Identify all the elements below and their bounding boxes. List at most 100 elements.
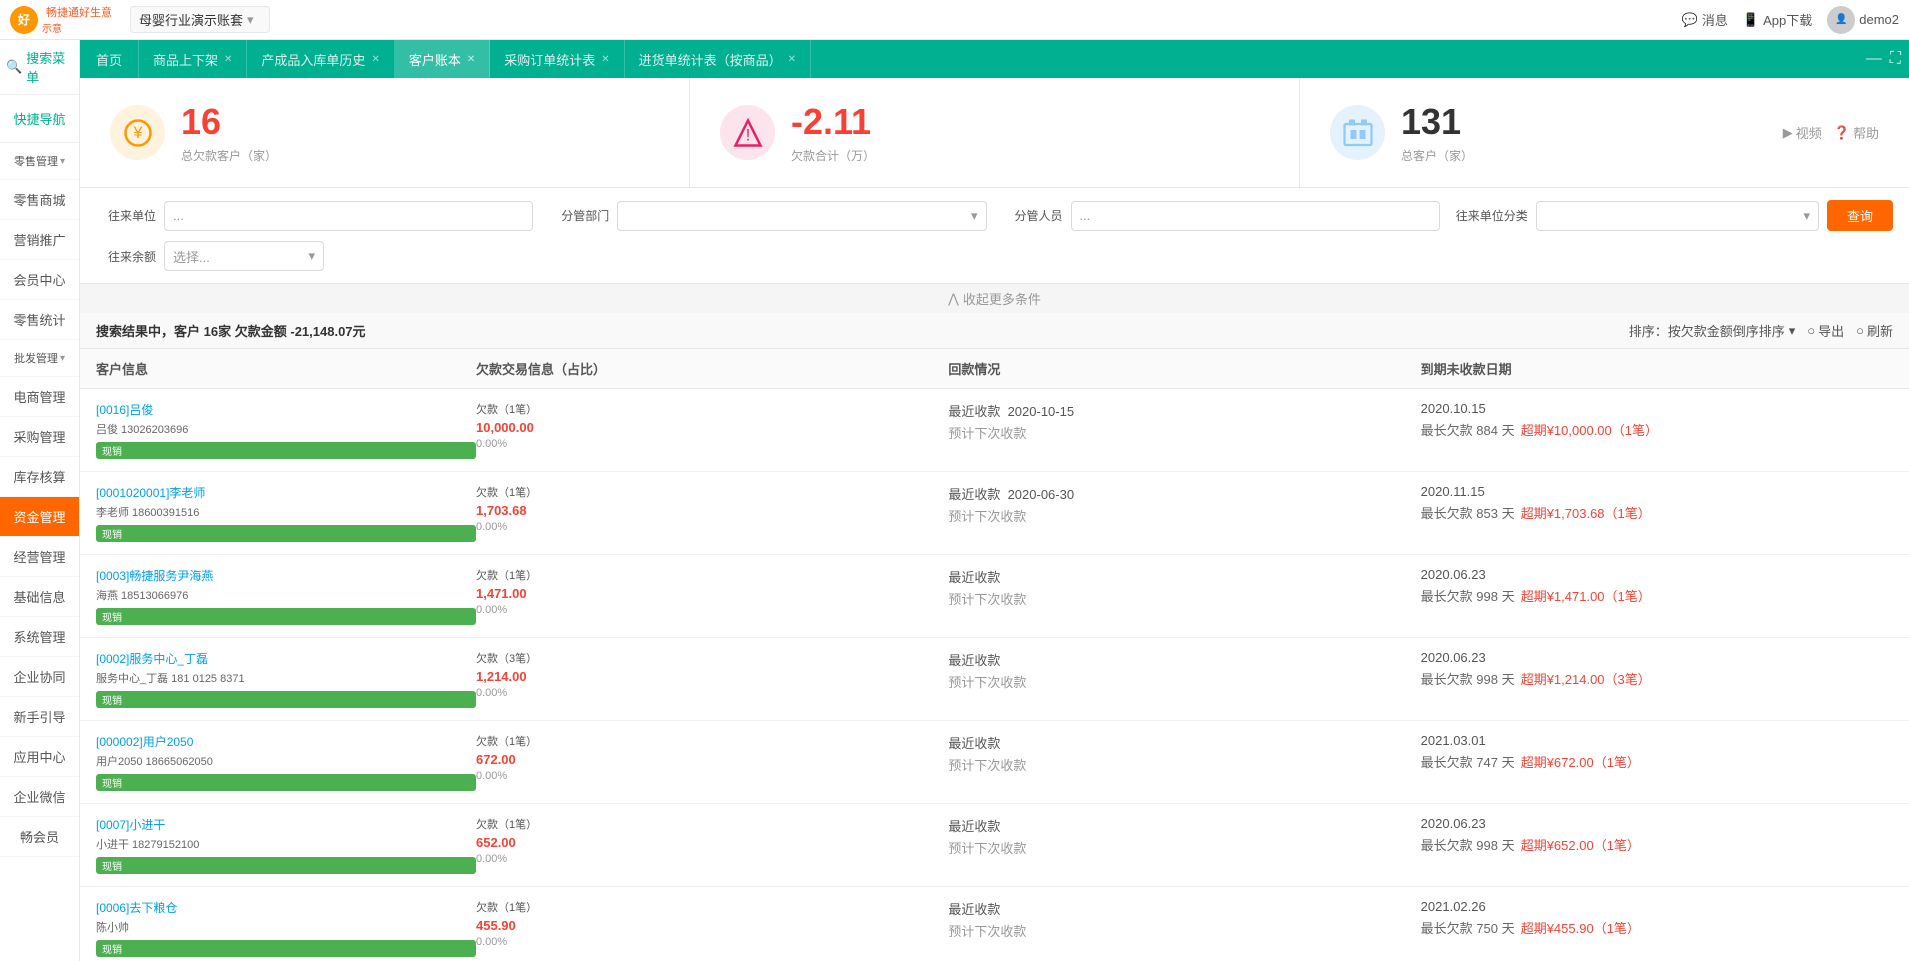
debt-cell-2: 欠款（1笔） 1,703.68 0.00% bbox=[476, 484, 948, 533]
overdue-link-6[interactable]: 超期¥652.00（1笔） bbox=[1521, 838, 1640, 853]
tab-minimize-icon[interactable]: — bbox=[1866, 50, 1882, 68]
customer-contact-4: 服务中心_丁磊 181 0125 8371 bbox=[96, 670, 476, 686]
tab-product-status-close[interactable]: ✕ bbox=[224, 54, 232, 65]
filter-dept-select[interactable]: ▾ bbox=[617, 201, 986, 231]
overdue-days-6: 最长欠款 998 天 bbox=[1421, 838, 1515, 853]
sidebar-item-corp[interactable]: 企业协同 bbox=[0, 657, 79, 697]
table-row: [000002]用户2050 用户2050 18665062050 现销 欠款（… bbox=[80, 721, 1909, 804]
basic-info-label: 基础信息 bbox=[13, 587, 65, 606]
sidebar-item-app-center[interactable]: 应用中心 bbox=[0, 737, 79, 777]
sidebar-item-marketing[interactable]: 营销推广 bbox=[0, 220, 79, 260]
store-selector[interactable]: 母婴行业演示账套 ▾ bbox=[130, 6, 270, 33]
quick-nav-button[interactable]: 快捷导航 bbox=[0, 103, 79, 134]
app-center-label: 应用中心 bbox=[13, 747, 65, 766]
stat-card-2: ! -2.11 欠款合计（万） bbox=[690, 78, 1300, 187]
tab-customer-account-close[interactable]: ✕ bbox=[467, 54, 475, 65]
customer-name-link-2[interactable]: [0001020001]李老师 bbox=[96, 484, 476, 501]
app-download-button[interactable]: 📱 App下载 bbox=[1743, 10, 1812, 29]
user-menu[interactable]: 👤 demo2 bbox=[1827, 6, 1899, 34]
due-date-1: 2020.10.15 bbox=[1421, 401, 1893, 416]
overdue-days-4: 最长欠款 998 天 bbox=[1421, 672, 1515, 687]
sidebar-item-vip[interactable]: 畅会员 bbox=[0, 817, 79, 857]
sidebar-item-basic-info[interactable]: 基础信息 bbox=[0, 577, 79, 617]
overdue-link-7[interactable]: 超期¥455.90（1笔） bbox=[1521, 921, 1640, 936]
customer-name-link-5[interactable]: [000002]用户2050 bbox=[96, 733, 476, 750]
tab-purchase-summary-close[interactable]: ✕ bbox=[601, 54, 609, 65]
message-icon: 💬 bbox=[1682, 12, 1698, 28]
table-row: [0007]小进干 小进干 18279152100 现销 欠款（1笔） 652.… bbox=[80, 804, 1909, 887]
recovery-date-2: 最近收款 2020-06-30 bbox=[948, 484, 1420, 503]
tab-home[interactable]: 首页 bbox=[80, 40, 139, 78]
overdue-link-2[interactable]: 超期¥1,703.68（1笔） bbox=[1521, 506, 1651, 521]
message-label: 消息 bbox=[1702, 10, 1728, 29]
export-button[interactable]: ○ 导出 bbox=[1807, 321, 1844, 340]
sidebar-item-purchase[interactable]: 采购管理 bbox=[0, 417, 79, 457]
sidebar-item-system[interactable]: 系统管理 bbox=[0, 617, 79, 657]
stat-value-1: 16 bbox=[181, 101, 277, 143]
retail-mall-label: 零售商城 bbox=[13, 190, 65, 209]
sidebar-item-wechat[interactable]: 企业微信 bbox=[0, 777, 79, 817]
help-button[interactable]: ❓ 帮助 bbox=[1834, 123, 1879, 142]
sidebar-nav: 零售管理 ▾ 零售商城 营销推广 会员中心 零售统计 批发管理 ▾ bbox=[0, 143, 79, 857]
search-menu-label: 搜索菜单 bbox=[26, 48, 73, 86]
filter-section: 往来单位 ... 分管部门 ▾ bbox=[80, 188, 1909, 284]
overdue-link-5[interactable]: 超期¥672.00（1笔） bbox=[1521, 755, 1640, 770]
view-button[interactable]: ▶ 视频 bbox=[1783, 123, 1822, 142]
sidebar-item-ecommerce[interactable]: 电商管理 bbox=[0, 377, 79, 417]
sidebar-item-inventory[interactable]: 库存核算 bbox=[0, 457, 79, 497]
sidebar-item-retail-mall[interactable]: 零售商城 bbox=[0, 180, 79, 220]
recovery-date-6: 最近收款 bbox=[948, 816, 1420, 835]
search-menu-button[interactable]: 🔍 搜索菜单 bbox=[0, 40, 79, 95]
filter-balance-select[interactable]: 选择... ▾ bbox=[164, 241, 324, 271]
tab-purchase-summary[interactable]: 采购订单统计表 ✕ bbox=[490, 40, 624, 78]
customer-name-link-7[interactable]: [0006]去下粮仓 bbox=[96, 899, 476, 916]
main-content: ¥ 16 总欠款客户（家） ! bbox=[80, 78, 1909, 961]
customer-contact-7: 陈小帅 bbox=[96, 919, 476, 935]
due-overdue-6: 最长欠款 998 天 超期¥652.00（1笔） bbox=[1421, 835, 1893, 854]
filter-classification-select[interactable]: ▾ bbox=[1536, 201, 1819, 231]
tab-maximize-icon[interactable]: ⛶ bbox=[1890, 50, 1901, 68]
collapse-button[interactable]: ⋀ 收起更多条件 bbox=[80, 284, 1909, 313]
refresh-button[interactable]: ○ 刷新 bbox=[1856, 321, 1893, 340]
sidebar-item-member[interactable]: 会员中心 bbox=[0, 260, 79, 300]
store-name: 母婴行业演示账套 bbox=[139, 10, 243, 29]
debt-amount-1: 10,000.00 bbox=[476, 420, 948, 435]
search-button[interactable]: 查询 bbox=[1827, 200, 1893, 231]
sidebar-item-guide[interactable]: 新手引导 bbox=[0, 697, 79, 737]
customer-name-link-3[interactable]: [0003]畅捷服务尹海燕 bbox=[96, 567, 476, 584]
collapse-label: 收起更多条件 bbox=[963, 289, 1041, 308]
tab-customer-account[interactable]: 客户账本 ✕ bbox=[395, 40, 490, 78]
sidebar-item-retail-stats[interactable]: 零售统计 bbox=[0, 300, 79, 340]
overdue-link-3[interactable]: 超期¥1,471.00（1笔） bbox=[1521, 589, 1651, 604]
customer-name-link-4[interactable]: [0002]服务中心_丁磊 bbox=[96, 650, 476, 667]
filter-balance: 往来余额 选择... ▾ bbox=[96, 241, 1893, 271]
message-button[interactable]: 💬 消息 bbox=[1682, 10, 1728, 29]
filter-unit-input[interactable]: ... bbox=[164, 201, 533, 231]
capital-label: 资金管理 bbox=[13, 507, 65, 526]
recovery-cell-4: 最近收款 预计下次收款 bbox=[948, 650, 1420, 691]
data-table: 客户信息 欠款交易信息（占比） 回款情况 到期未收款日期 [0016]吕俊 吕俊… bbox=[80, 349, 1909, 961]
tab-product-status[interactable]: 商品上下架 ✕ bbox=[139, 40, 247, 78]
sidebar-item-batch-mgmt[interactable]: 批发管理 ▾ bbox=[0, 340, 79, 377]
tab-stock-summary[interactable]: 进货单统计表（按商品） ✕ bbox=[625, 40, 811, 78]
member-label: 会员中心 bbox=[13, 270, 65, 289]
tab-production-history-close[interactable]: ✕ bbox=[371, 54, 379, 65]
debt-ratio-4: 0.00% bbox=[476, 687, 948, 699]
overdue-link-1[interactable]: 超期¥10,000.00（1笔） bbox=[1521, 423, 1658, 438]
customer-name-link-6[interactable]: [0007]小进干 bbox=[96, 816, 476, 833]
tab-production-history[interactable]: 产成品入库单历史 ✕ bbox=[247, 40, 394, 78]
col-header-due: 到期未收款日期 bbox=[1421, 359, 1893, 378]
tab-stock-summary-close[interactable]: ✕ bbox=[788, 54, 796, 65]
customer-name-link-1[interactable]: [0016]吕俊 bbox=[96, 401, 476, 418]
sidebar-item-capital[interactable]: 资金管理 bbox=[0, 497, 79, 537]
refresh-label: 刷新 bbox=[1867, 321, 1893, 340]
retail-stats-label: 零售统计 bbox=[13, 310, 65, 329]
overdue-link-4[interactable]: 超期¥1,214.00（3笔） bbox=[1521, 672, 1651, 687]
sort-selector[interactable]: 排序：按欠款金额倒序排序 ▾ bbox=[1629, 321, 1796, 340]
customer-tag-1: 现销 bbox=[96, 442, 476, 459]
quick-nav-label: 快捷导航 bbox=[13, 109, 65, 128]
sidebar-item-retail-mgmt[interactable]: 零售管理 ▾ bbox=[0, 143, 79, 180]
due-date-2: 2020.11.15 bbox=[1421, 484, 1893, 499]
filter-person-input[interactable]: ... bbox=[1071, 201, 1440, 231]
sidebar-item-operation[interactable]: 经营管理 bbox=[0, 537, 79, 577]
